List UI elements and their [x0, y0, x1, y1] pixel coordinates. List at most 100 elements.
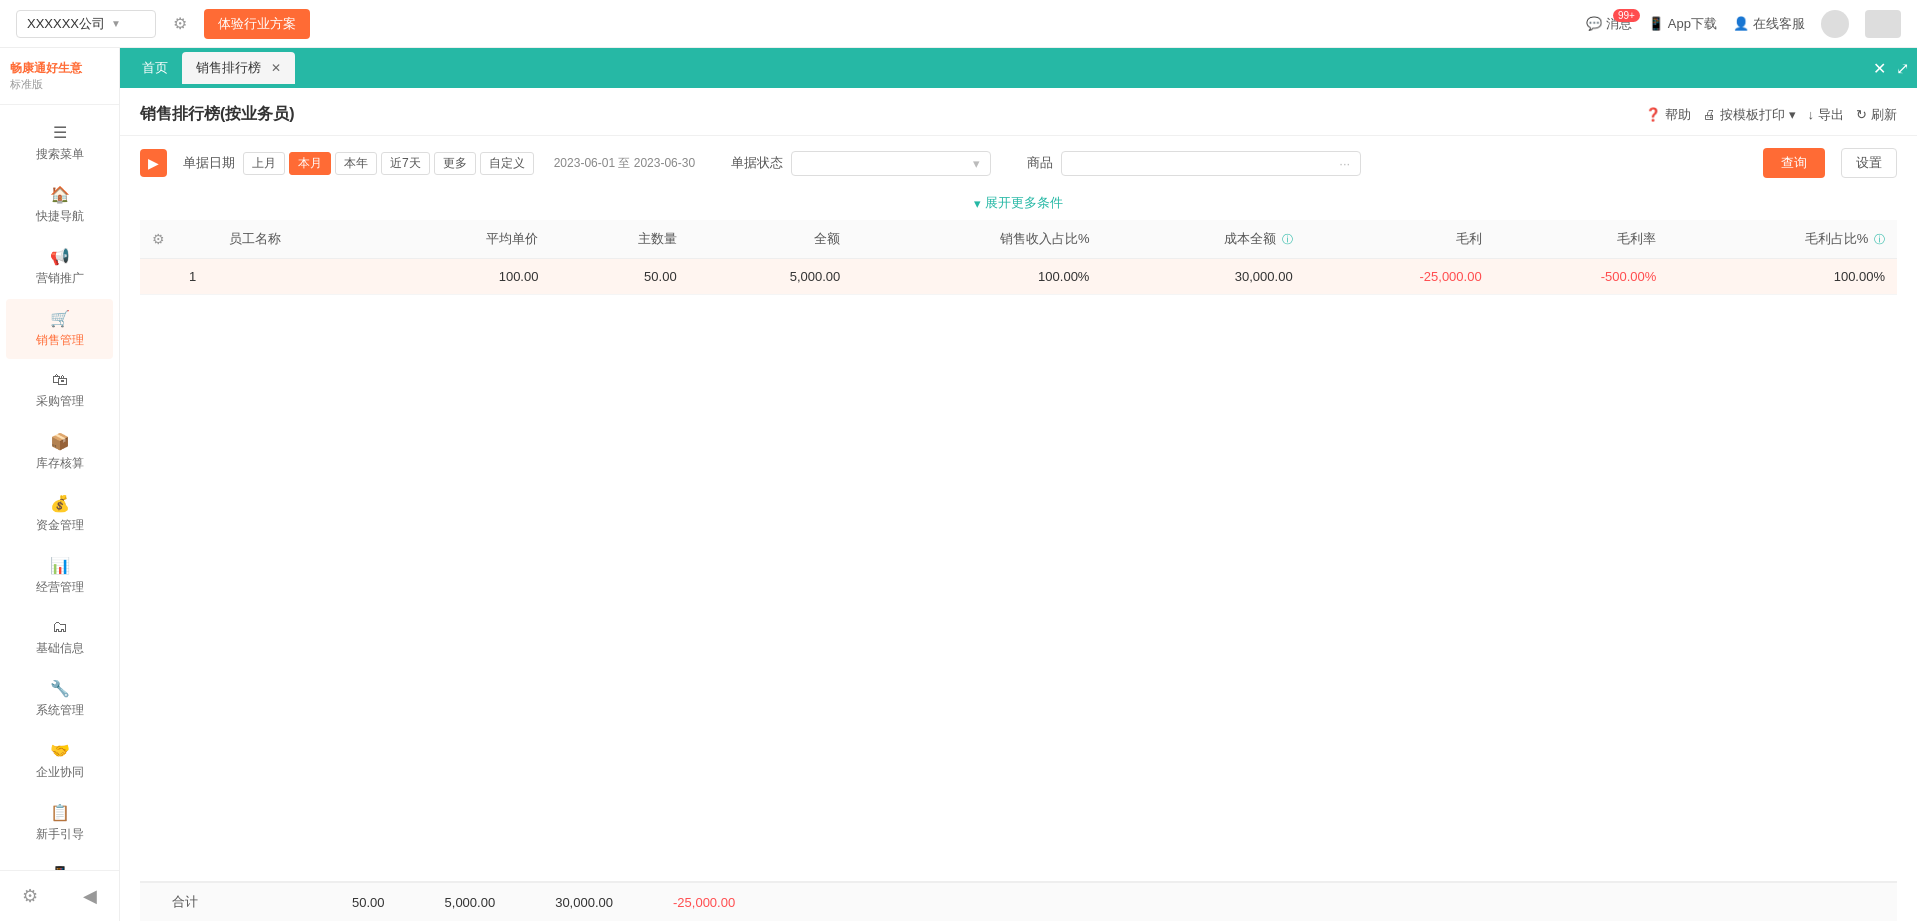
- cell-amount: 5,000.00: [689, 259, 853, 295]
- export-icon: ↓: [1808, 107, 1815, 122]
- col-quantity: 主数量: [550, 220, 688, 259]
- page-title: 销售排行榜(按业务员): [140, 104, 295, 125]
- finance-icon: 💰: [50, 494, 70, 513]
- date-btn-last-month[interactable]: 上月: [243, 152, 285, 175]
- sidebar-item-operations[interactable]: 📊 经营管理: [6, 546, 113, 606]
- sidebar-item-search[interactable]: ☰ 搜索菜单: [6, 113, 113, 173]
- cell-gross-pct: 100.00%: [1668, 259, 1897, 295]
- table-row[interactable]: 1 100.00 50.00 5,000.00 100.00% 30,000.0…: [140, 259, 1897, 295]
- print-button[interactable]: 🖨 按模板打印 ▾: [1703, 106, 1796, 124]
- filter-row: ▶ 单据日期 上月 本月 本年 近7天 更多: [140, 148, 1897, 178]
- sidebar-label-guide: 新手引导: [36, 826, 84, 843]
- page-content: 销售排行榜(按业务员) ❓ 帮助 🖨 按模板打印 ▾: [120, 88, 1917, 921]
- content-area: 首页 销售排行榜 ✕ ✕ ⤢ 销售排行榜(按业务员): [120, 48, 1917, 921]
- help-label: 帮助: [1665, 106, 1691, 124]
- expand-more-button[interactable]: ▾ 展开更多条件: [974, 194, 1063, 212]
- date-filter-buttons: 上月 本月 本年 近7天 更多 自定义: [243, 152, 534, 175]
- date-btn-this-month[interactable]: 本月: [289, 152, 331, 175]
- sidebar-label-quick-nav: 快捷导航: [36, 208, 84, 225]
- tab-bar: 首页 销售排行榜 ✕ ✕ ⤢: [120, 48, 1917, 88]
- company-name: XXXXXX公司: [27, 15, 105, 33]
- col-name: 员工名称: [217, 220, 384, 259]
- logo-sub: 标准版: [10, 77, 109, 92]
- cell-quantity: 50.00: [550, 259, 688, 295]
- app-icon: 📱: [1648, 16, 1664, 31]
- top-right-area: 💬 消息 99+ 📱 App下载 👤 在线客服: [1586, 10, 1901, 38]
- goods-dots-btn[interactable]: ···: [1339, 156, 1350, 171]
- sidebar-item-basic-info[interactable]: 🗂 基础信息: [6, 608, 113, 667]
- cell-row-settings: [140, 259, 177, 295]
- date-btn-more[interactable]: 更多: [434, 152, 476, 175]
- query-button[interactable]: 查询: [1763, 148, 1825, 178]
- avatar[interactable]: [1821, 10, 1849, 38]
- cost-info-icon[interactable]: ⓘ: [1282, 233, 1293, 245]
- expand-icon: ▾: [974, 196, 981, 211]
- settings-bottom-btn[interactable]: ⚙: [14, 881, 46, 911]
- sidebar-item-sales[interactable]: 🛒 销售管理: [6, 299, 113, 359]
- sidebar-label-basic-info: 基础信息: [36, 640, 84, 657]
- status-select[interactable]: ▾: [791, 151, 991, 176]
- tab-sales-rank-label: 销售排行榜: [196, 59, 261, 77]
- filter-toggle[interactable]: ▶: [140, 149, 167, 177]
- sidebar-item-quick-nav[interactable]: 🏠 快捷导航: [6, 175, 113, 235]
- sidebar-label-purchase: 采购管理: [36, 393, 84, 410]
- refresh-label: 刷新: [1871, 106, 1897, 124]
- tab-expand-icon[interactable]: ⤢: [1896, 59, 1909, 78]
- tab-close-icon[interactable]: ✕: [271, 61, 281, 75]
- sidebar-label-inventory: 库存核算: [36, 455, 84, 472]
- date-btn-this-year[interactable]: 本年: [335, 152, 377, 175]
- app-download-label: App下载: [1668, 15, 1717, 33]
- sidebar-item-collab[interactable]: 🤝 企业协同: [6, 731, 113, 791]
- tab-right-controls: ✕ ⤢: [1873, 59, 1909, 78]
- date-btn-custom[interactable]: 自定义: [480, 152, 534, 175]
- settings-button[interactable]: 设置: [1841, 148, 1897, 178]
- sidebar-item-app-center[interactable]: 📱 应用中心: [6, 855, 113, 870]
- purchase-icon: 🛍: [52, 371, 68, 389]
- date-btn-7days[interactable]: 近7天: [381, 152, 430, 175]
- cell-cost: 30,000.00: [1101, 259, 1304, 295]
- col-amount: 全额: [689, 220, 853, 259]
- online-service-button[interactable]: 👤 在线客服: [1733, 15, 1805, 33]
- sidebar-item-guide[interactable]: 📋 新手引导: [6, 793, 113, 853]
- sidebar-item-inventory[interactable]: 📦 库存核算: [6, 422, 113, 482]
- sidebar-bottom: ⚙ ◀: [0, 870, 119, 921]
- message-button[interactable]: 💬 消息 99+: [1586, 15, 1632, 33]
- cell-gross: -25,000.00: [1305, 259, 1494, 295]
- help-button[interactable]: ❓ 帮助: [1645, 106, 1691, 124]
- export-button[interactable]: ↓ 导出: [1808, 106, 1845, 124]
- goods-filter-item: 商品 ···: [1027, 151, 1361, 176]
- expand-more-area: ▾ 展开更多条件: [140, 178, 1897, 220]
- collapse-sidebar-btn[interactable]: ◀: [75, 881, 105, 911]
- sidebar-item-finance[interactable]: 💰 资金管理: [6, 484, 113, 544]
- print-label: 按模板打印: [1720, 106, 1785, 124]
- app-download-button[interactable]: 📱 App下载: [1648, 15, 1717, 33]
- user-name-area: [1865, 10, 1901, 38]
- filter-toggle-icon[interactable]: ▶: [140, 149, 167, 177]
- date-range-display: 2023-06-01 至 2023-06-30: [554, 155, 695, 172]
- tab-sales-rank[interactable]: 销售排行榜 ✕: [182, 52, 295, 84]
- tab-home[interactable]: 首页: [128, 52, 182, 84]
- sidebar-label-sales: 销售管理: [36, 332, 84, 349]
- trial-button[interactable]: 体验行业方案: [204, 9, 310, 39]
- gross-pct-info-icon[interactable]: ⓘ: [1874, 233, 1885, 245]
- company-selector[interactable]: XXXXXX公司 ▼: [16, 10, 156, 38]
- chevron-down-icon: ▼: [111, 18, 121, 29]
- goods-input[interactable]: ···: [1061, 151, 1361, 176]
- cell-rank: 1: [177, 259, 217, 295]
- col-gross: 毛利: [1305, 220, 1494, 259]
- expand-label: 展开更多条件: [985, 194, 1063, 212]
- refresh-button[interactable]: ↻ 刷新: [1856, 106, 1897, 124]
- sidebar-item-marketing[interactable]: 📢 营销推广: [6, 237, 113, 297]
- gear-button[interactable]: ⚙: [166, 10, 194, 38]
- logo-text: 畅康通好生意: [10, 60, 109, 77]
- page-header: 销售排行榜(按业务员) ❓ 帮助 🖨 按模板打印 ▾: [120, 88, 1917, 136]
- sidebar-item-purchase[interactable]: 🛍 采购管理: [6, 361, 113, 420]
- status-filter-label: 单据状态: [731, 154, 783, 172]
- tab-minimize-icon[interactable]: ✕: [1873, 59, 1886, 78]
- print-icon: 🖨: [1703, 107, 1716, 122]
- col-settings-icon[interactable]: ⚙: [152, 231, 165, 247]
- cell-sales-pct: 100.00%: [852, 259, 1101, 295]
- sidebar-item-system[interactable]: 🔧 系统管理: [6, 669, 113, 729]
- sidebar-label-search: 搜索菜单: [36, 146, 84, 163]
- col-settings[interactable]: ⚙: [140, 220, 177, 259]
